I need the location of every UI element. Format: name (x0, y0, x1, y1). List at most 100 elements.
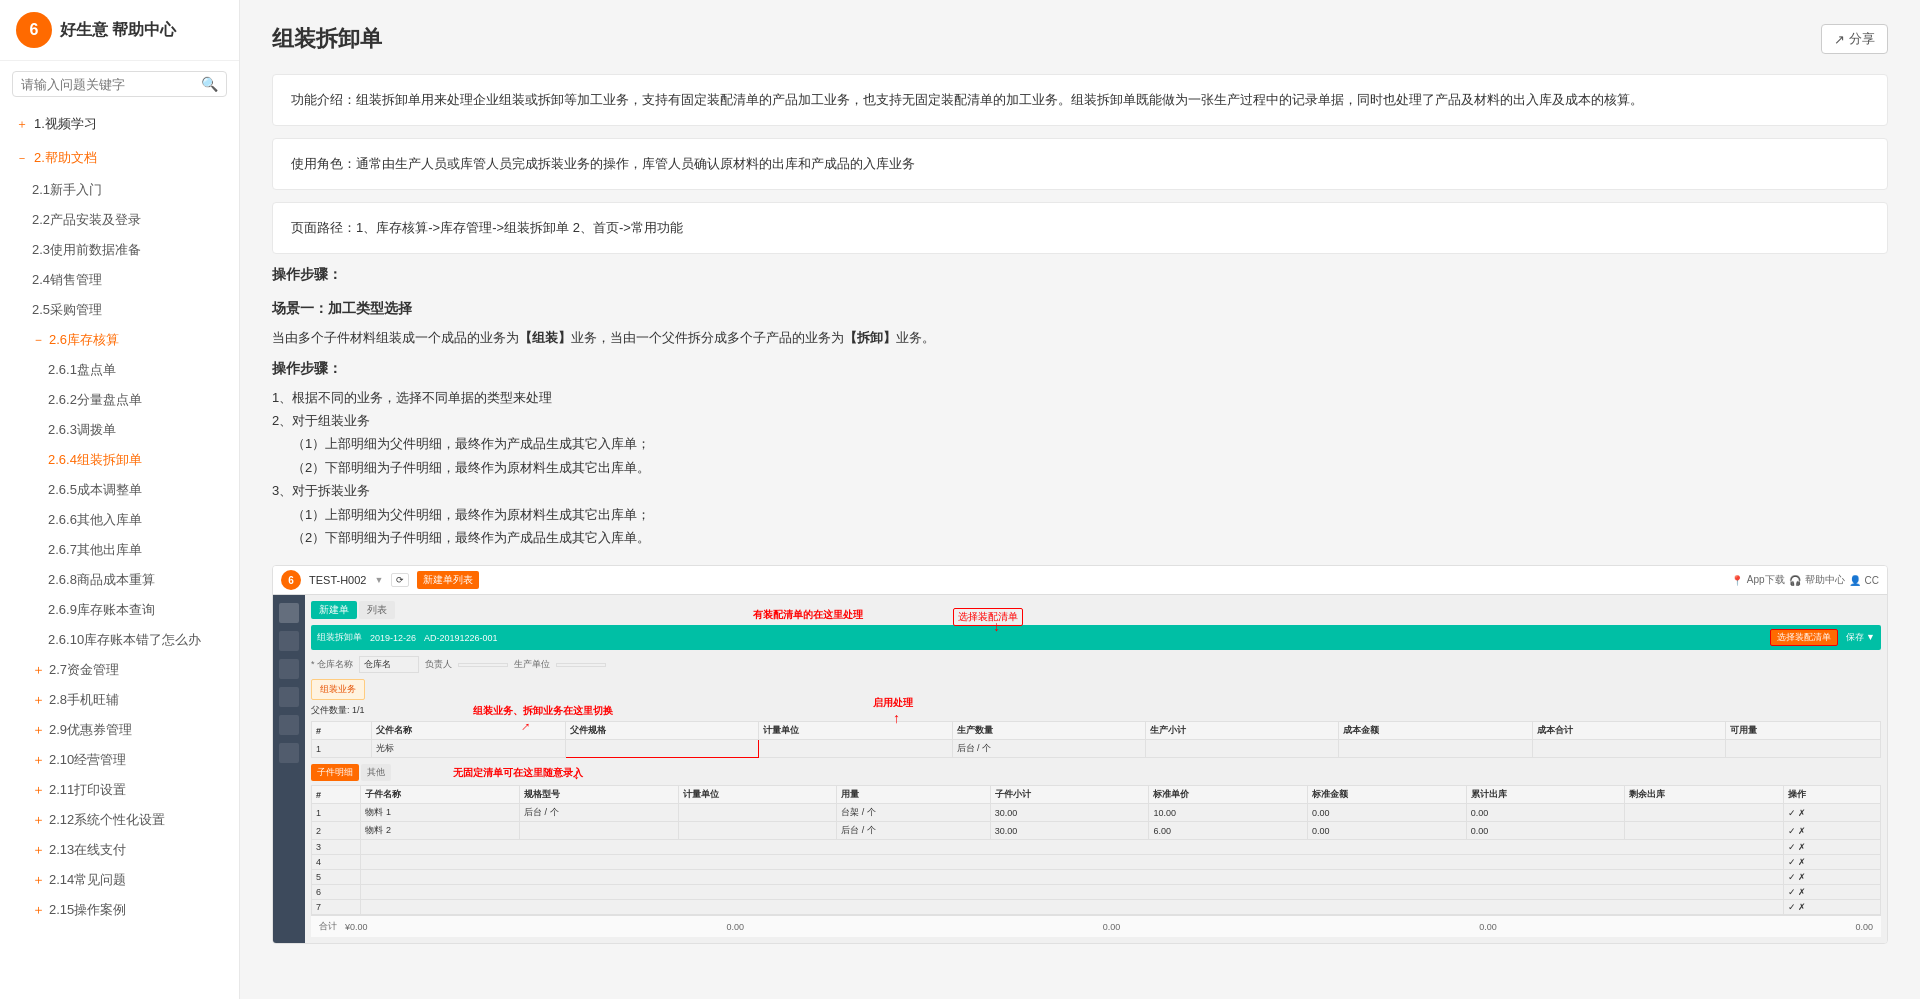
sim-biz-type-bar: 组装业务 (311, 679, 365, 700)
sidebar-item-stock9[interactable]: 2.6.9库存账本查询 (0, 595, 239, 625)
search-input[interactable] (21, 77, 201, 92)
sim-lr1-unit (678, 804, 837, 822)
sidebar-item-data[interactable]: 2.3使用前数据准备 (0, 235, 239, 265)
sidebar-item-purchase[interactable]: 2.5采购管理 (0, 295, 239, 325)
minus-icon-inventory: － (32, 331, 45, 349)
sim-person-input (458, 663, 508, 667)
sim-lcol-sub: 子件小计 (990, 786, 1149, 804)
sim-lower-tab-sub: 子件明细 (311, 764, 359, 781)
sim-lr2-num: 2 (312, 822, 361, 840)
sim-lr7-op: ✓ ✗ (1783, 900, 1880, 915)
sim-col-num: # (312, 722, 372, 740)
path-intro-box: 页面路径：1、库存核算->库存管理->组装拆卸单 2、首页->常用功能 (272, 202, 1888, 254)
sidebar-item-stock8[interactable]: 2.6.8商品成本重算 (0, 565, 239, 595)
sim-tab-new: 新建单 (311, 601, 357, 619)
share-button[interactable]: ↗ 分享 (1821, 24, 1888, 54)
sim-lcol-qty: 用量 (837, 786, 990, 804)
search-bar[interactable]: 🔍 (12, 71, 227, 97)
sim-cell-avail-val (1726, 740, 1881, 758)
sim-sub-form: * 仓库名称 仓库名 负责人 生产单位 (311, 654, 1881, 675)
sim-lr7-empty (361, 900, 1784, 915)
sidebar-item-ops[interactable]: ＋ 2.10经营管理 (0, 745, 239, 775)
sidebar-item-stock4[interactable]: 2.6.4组装拆卸单 (0, 445, 239, 475)
sim-company: TEST-H002 (309, 574, 366, 586)
step2-1: （1）上部明细为父件明细，最终作为产成品生成其它入库单； (272, 432, 1888, 455)
sidebar-item-stock3[interactable]: 2.6.3调拨单 (0, 415, 239, 445)
expand-icon-docs: － (16, 150, 28, 167)
nav-label-video: 1.视频学习 (34, 115, 97, 133)
sim-lr2-unit (678, 822, 837, 840)
sim-lr4-num: 4 (312, 855, 361, 870)
sim-lower-section: 子件明细 其他 # 子件名称 规格型号 计量单位 用量 (311, 764, 1881, 915)
sim-col-unit: 计量单位 (759, 722, 952, 740)
nav-section-video[interactable]: ＋ 1.视频学习 (0, 107, 239, 141)
scene1-section: 场景一：加工类型选择 当由多个子件材料组装成一个成品的业务为【组装】业务，当由一… (272, 300, 1888, 549)
step3: 3、对于拆装业务 (272, 479, 1888, 502)
sim-cell-total-val (1532, 740, 1725, 758)
steps-title: 操作步骤： (272, 266, 1888, 284)
sim-lcol-num: # (312, 786, 361, 804)
sidebar-item-finance[interactable]: ＋ 2.7资金管理 (0, 655, 239, 685)
share-icon: ↗ (1834, 32, 1845, 47)
sim-nav-4 (279, 715, 299, 735)
sidebar-item-stock7[interactable]: 2.6.7其他出库单 (0, 535, 239, 565)
sim-nav-1 (279, 631, 299, 651)
sidebar-item-stock5[interactable]: 2.6.5成本调整单 (0, 475, 239, 505)
nav-section-docs[interactable]: － 2.帮助文档 (0, 141, 239, 175)
sim-lr5-num: 5 (312, 870, 361, 885)
scene1-steps-title: 操作步骤： (272, 360, 1888, 378)
main-content: 组装拆卸单 ↗ 分享 功能介绍：组装拆卸单用来处理企业组装或拆卸等加工业务，支持… (240, 0, 1920, 999)
sidebar-item-mobile[interactable]: ＋ 2.8手机旺辅 (0, 685, 239, 715)
screenshot-container: 6 TEST-H002 ▼ ⟳ 新建单列表 📍App下载🎧帮助中心👤CC (272, 565, 1888, 944)
function-intro-box: 功能介绍：组装拆卸单用来处理企业组装或拆卸等加工业务，支持有固定装配清单的产品加… (272, 74, 1888, 126)
sim-col-qty: 生产数量 (952, 722, 1145, 740)
sim-lr1-spec: 后台 / 个 (520, 804, 679, 822)
sim-lcol-amount: 标准金额 (1308, 786, 1467, 804)
sim-lower-row-2: 2 物料 2 后台 / 个 30.00 6.00 0.00 0.00 (312, 822, 1881, 840)
sim-col-cost: 成本金额 (1339, 722, 1532, 740)
sim-col-name: 父件名称 (372, 722, 565, 740)
sidebar-item-case[interactable]: ＋ 2.15操作案例 (0, 895, 239, 935)
sim-nav-2 (279, 659, 299, 679)
sim-ui: 6 TEST-H002 ▼ ⟳ 新建单列表 📍App下载🎧帮助中心👤CC (273, 566, 1887, 943)
sidebar-item-payment[interactable]: ＋ 2.13在线支付 (0, 835, 239, 865)
sidebar-item-stock1[interactable]: 2.6.1盘点单 (0, 355, 239, 385)
step2-2: （2）下部明细为子件明细，最终作为原材料生成其它出库单。 (272, 456, 1888, 479)
sidebar-item-stock10[interactable]: 2.6.10库存账本错了怎么办 (0, 625, 239, 655)
search-icon[interactable]: 🔍 (201, 76, 218, 92)
plus-icon-case: ＋ (32, 901, 45, 919)
sidebar-item-stock6[interactable]: 2.6.6其他入库单 (0, 505, 239, 535)
sidebar-item-system[interactable]: ＋ 2.12系统个性化设置 (0, 805, 239, 835)
sim-spacer: ▼ (374, 575, 383, 585)
sim-lower-row-1: 1 物料 1 后台 / 个 台架 / 个 30.00 10.00 0.00 0.… (312, 804, 1881, 822)
step3-1: （1）上部明细为父件明细，最终作为原材料生成其它出库单； (272, 503, 1888, 526)
sim-lr2-sub: 30.00 (990, 822, 1149, 840)
sim-lower-row-6: 6 ✓ ✗ (312, 885, 1881, 900)
sidebar-item-inventory[interactable]: － 2.6库存核算 (0, 325, 239, 355)
sidebar-item-new[interactable]: 2.1新手入门 (0, 175, 239, 205)
sidebar-item-sales[interactable]: 2.4销售管理 (0, 265, 239, 295)
sim-form-label1: * 仓库名称 (311, 658, 353, 671)
sim-cell-unit (759, 740, 952, 758)
app-title: 好生意 帮助中心 (60, 20, 176, 41)
step2: 2、对于组装业务 (272, 409, 1888, 432)
sidebar-item-install[interactable]: 2.2产品安装及登录 (0, 205, 239, 235)
sim-lr6-num: 6 (312, 885, 361, 900)
page-header: 组装拆卸单 ↗ 分享 (272, 24, 1888, 54)
sim-nav-home (279, 603, 299, 623)
sim-upper-table-label: 父件数量: 1/1 (311, 704, 1881, 717)
scene1-title: 场景一：加工类型选择 (272, 300, 1888, 318)
plus-icon-print: ＋ (32, 781, 45, 799)
sim-cell-cost-val (1339, 740, 1532, 758)
sidebar-item-print[interactable]: ＋ 2.11打印设置 (0, 775, 239, 805)
sim-lr7-num: 7 (312, 900, 361, 915)
sim-unit-input (556, 663, 606, 667)
sim-warehouse-input: 仓库名 (359, 656, 419, 673)
sidebar-item-faq[interactable]: ＋ 2.14常见问题 (0, 865, 239, 895)
sidebar-item-coupon[interactable]: ＋ 2.9优惠券管理 (0, 715, 239, 745)
sim-lr6-empty (361, 885, 1784, 900)
sim-bill-no: AD-20191226-001 (424, 633, 498, 643)
sidebar-item-stock2[interactable]: 2.6.2分量盘点单 (0, 385, 239, 415)
sim-lcol-price: 标准单价 (1149, 786, 1308, 804)
expand-icon-video: ＋ (16, 116, 28, 133)
